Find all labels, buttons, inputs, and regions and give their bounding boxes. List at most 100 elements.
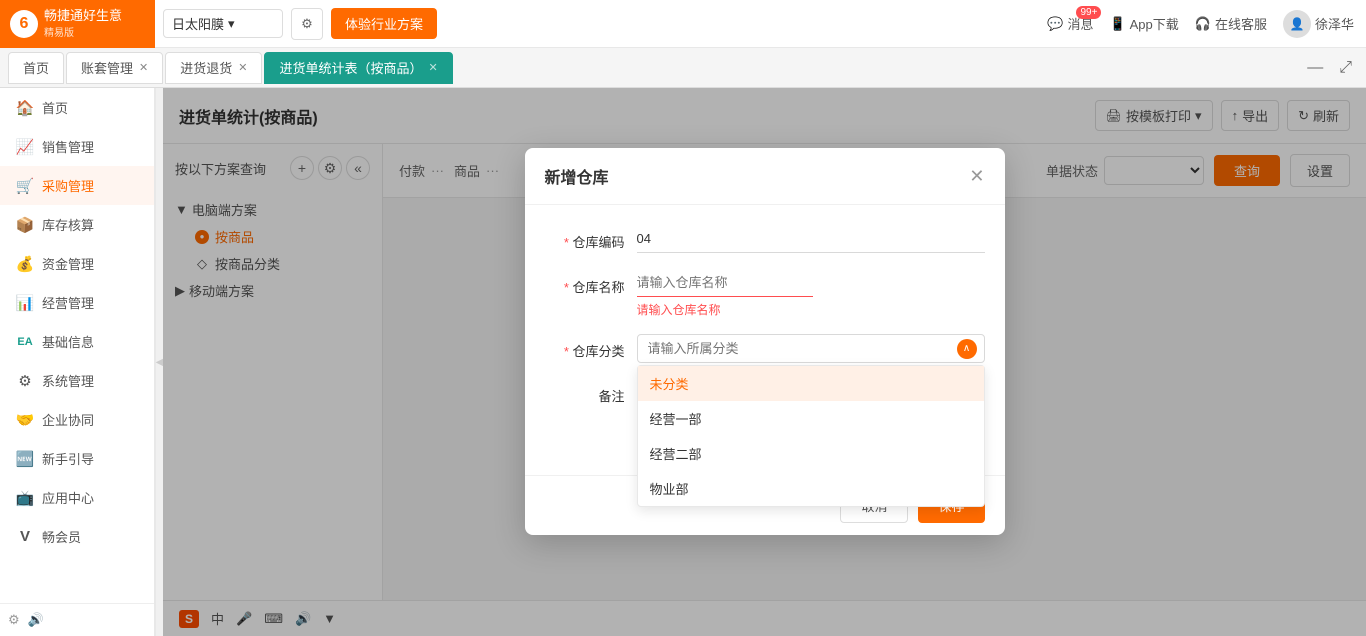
category-select-wrapper: ∧ 未分类 经营一部 经营二部 物业部 [637,334,985,363]
modal-close-button[interactable]: ✕ [969,166,984,187]
sidebar-item-app-center[interactable]: 📺 应用中心 [0,478,154,517]
tab-purchase-stats-close[interactable]: ✕ [429,61,438,74]
category-input[interactable] [637,334,985,363]
form-row-code: 仓库编码 [545,225,985,253]
name-error-message: 请输入仓库名称 [637,303,721,317]
sidebar-system-label: 系统管理 [42,371,94,390]
sidebar-item-home[interactable]: 🏠 首页 [0,88,154,127]
content-area: 进货单统计(按商品) 🖨 按模板打印 ▾ ↑ 导出 ↻ 刷新 [163,88,1366,636]
name-label: 仓库名称 [545,270,625,296]
tab-maximize-button[interactable]: ⤢ [1333,57,1358,79]
avatar: 👤 [1283,10,1311,38]
gear-icon: ⚙ [301,16,313,32]
inventory-icon: 📦 [16,216,34,234]
form-row-name: 仓库名称 请输入仓库名称 [545,269,985,318]
store-name: 日太阳膜 [172,14,224,33]
sidebar-app-center-label: 应用中心 [42,488,94,507]
finance-icon: 💰 [16,255,34,273]
dropdown-item-uncategorized[interactable]: 未分类 [638,366,984,401]
tab-purchase-return-label: 进货退货 [180,58,232,77]
name-row-inner: 仓库名称 [545,269,813,297]
app-download-button[interactable]: 📱 App下载 [1109,14,1178,33]
sidebar-item-system[interactable]: ⚙ 系统管理 [0,361,154,400]
sidebar-basic-info-label: 基础信息 [42,332,94,351]
sidebar-item-sales[interactable]: 📈 销售管理 [0,127,154,166]
operation-icon: 📊 [16,294,34,312]
tab-account[interactable]: 账套管理 ✕ [66,52,163,84]
sidebar-settings-icon[interactable]: ⚙ [8,612,20,628]
notes-label: 备注 [545,379,625,405]
category-arrow-button[interactable]: ∧ [957,339,977,359]
sidebar-sales-label: 销售管理 [42,137,94,156]
online-service-button[interactable]: 🎧 在线客服 [1195,14,1267,33]
category-dropdown: 未分类 经营一部 经营二部 物业部 [637,365,985,507]
app-download-label: App下载 [1130,14,1179,33]
user-profile[interactable]: 👤 徐泽华 [1283,10,1354,38]
dropdown-item-dept1[interactable]: 经营一部 [638,401,984,436]
trial-button[interactable]: 体验行业方案 [331,8,437,39]
top-bar: 6 畅捷通好生意 精易版 日太阳膜 ▾ ⚙ 体验行业方案 💬 消息 99+ 📱 … [0,0,1366,48]
tab-account-close[interactable]: ✕ [139,61,148,74]
tab-account-label: 账套管理 [81,58,133,77]
store-selector[interactable]: 日太阳膜 ▾ [163,9,283,38]
modal-body: 仓库编码 仓库名称 请输入仓库名称 [525,205,1005,475]
headset-icon: 🎧 [1195,16,1211,32]
sidebar-item-basic-info[interactable]: EA 基础信息 [0,322,154,361]
basic-info-icon: EA [16,333,34,351]
dropdown-item-dept3[interactable]: 物业部 [638,471,984,506]
username: 徐泽华 [1315,14,1354,33]
tab-purchase-return[interactable]: 进货退货 ✕ [165,52,262,84]
sidebar-guide-label: 新手引导 [42,449,94,468]
modal-title: 新增仓库 [545,164,609,188]
messages-button[interactable]: 💬 消息 99+ [1047,14,1093,33]
add-warehouse-modal: 新增仓库 ✕ 仓库编码 仓库名称 [525,148,1005,535]
sidebar-operation-label: 经营管理 [42,293,94,312]
sidebar-purchase-label: 采购管理 [42,176,94,195]
phone-icon: 📱 [1109,16,1125,32]
sidebar-item-operation[interactable]: 📊 经营管理 [0,283,154,322]
purchase-icon: 🛒 [16,177,34,195]
logo-area: 6 畅捷通好生意 精易版 [0,0,155,48]
tab-home-label: 首页 [23,58,49,77]
app-center-icon: 📺 [16,489,34,507]
app-name: 畅捷通好生意 [44,8,122,25]
sidebar-inventory-label: 库存核算 [42,215,94,234]
sidebar-item-finance[interactable]: 💰 资金管理 [0,244,154,283]
sidebar-toggle[interactable]: ◀ [155,88,163,636]
messages-badge: 99+ [1076,6,1101,19]
sidebar-item-inventory[interactable]: 📦 库存核算 [0,205,154,244]
home-icon: 🏠 [16,99,34,117]
sidebar-enterprise-label: 企业协同 [42,410,94,429]
enterprise-icon: 🤝 [16,411,34,429]
top-actions: 💬 消息 99+ 📱 App下载 🎧 在线客服 👤 徐泽华 [1047,10,1354,38]
category-label: 仓库分类 [545,334,625,360]
app-version: 精易版 [44,24,122,39]
sidebar-sound-icon[interactable]: 🔊 [28,612,44,628]
system-icon: ⚙ [16,372,34,390]
code-label: 仓库编码 [545,225,625,251]
modal-overlay[interactable]: 新增仓库 ✕ 仓库编码 仓库名称 [163,88,1366,636]
tab-purchase-return-close[interactable]: ✕ [238,61,247,74]
online-service-label: 在线客服 [1215,14,1267,33]
settings-button[interactable]: ⚙ [291,8,323,40]
sidebar-item-guide[interactable]: 🆕 新手引导 [0,439,154,478]
tab-minimize-button[interactable]: — [1301,57,1329,79]
name-error-area: 请输入仓库名称 [637,301,721,318]
main-layout: 🏠 首页 📈 销售管理 🛒 采购管理 📦 库存核算 💰 资金管理 📊 经营管理 … [0,88,1366,636]
tab-purchase-stats[interactable]: 进货单统计表（按商品） ✕ [264,52,452,84]
tab-controls: — ⤢ [1301,57,1358,79]
sidebar-bottom: ⚙ 🔊 [0,603,154,636]
sidebar-item-vip[interactable]: V 畅会员 [0,517,154,556]
name-input[interactable] [637,269,813,297]
form-row-category: 仓库分类 ∧ 未分类 经营一部 经营二部 物业部 [545,334,985,363]
sidebar-item-purchase[interactable]: 🛒 采购管理 [0,166,154,205]
sidebar-item-enterprise[interactable]: 🤝 企业协同 [0,400,154,439]
dropdown-item-dept2[interactable]: 经营二部 [638,436,984,471]
sales-icon: 📈 [16,138,34,156]
logo-icon: 6 [10,10,38,38]
modal-header: 新增仓库 ✕ [525,148,1005,205]
tab-home[interactable]: 首页 [8,52,64,84]
code-input[interactable] [637,225,985,253]
tab-purchase-stats-label: 进货单统计表（按商品） [279,58,422,77]
message-icon: 💬 [1047,16,1063,32]
